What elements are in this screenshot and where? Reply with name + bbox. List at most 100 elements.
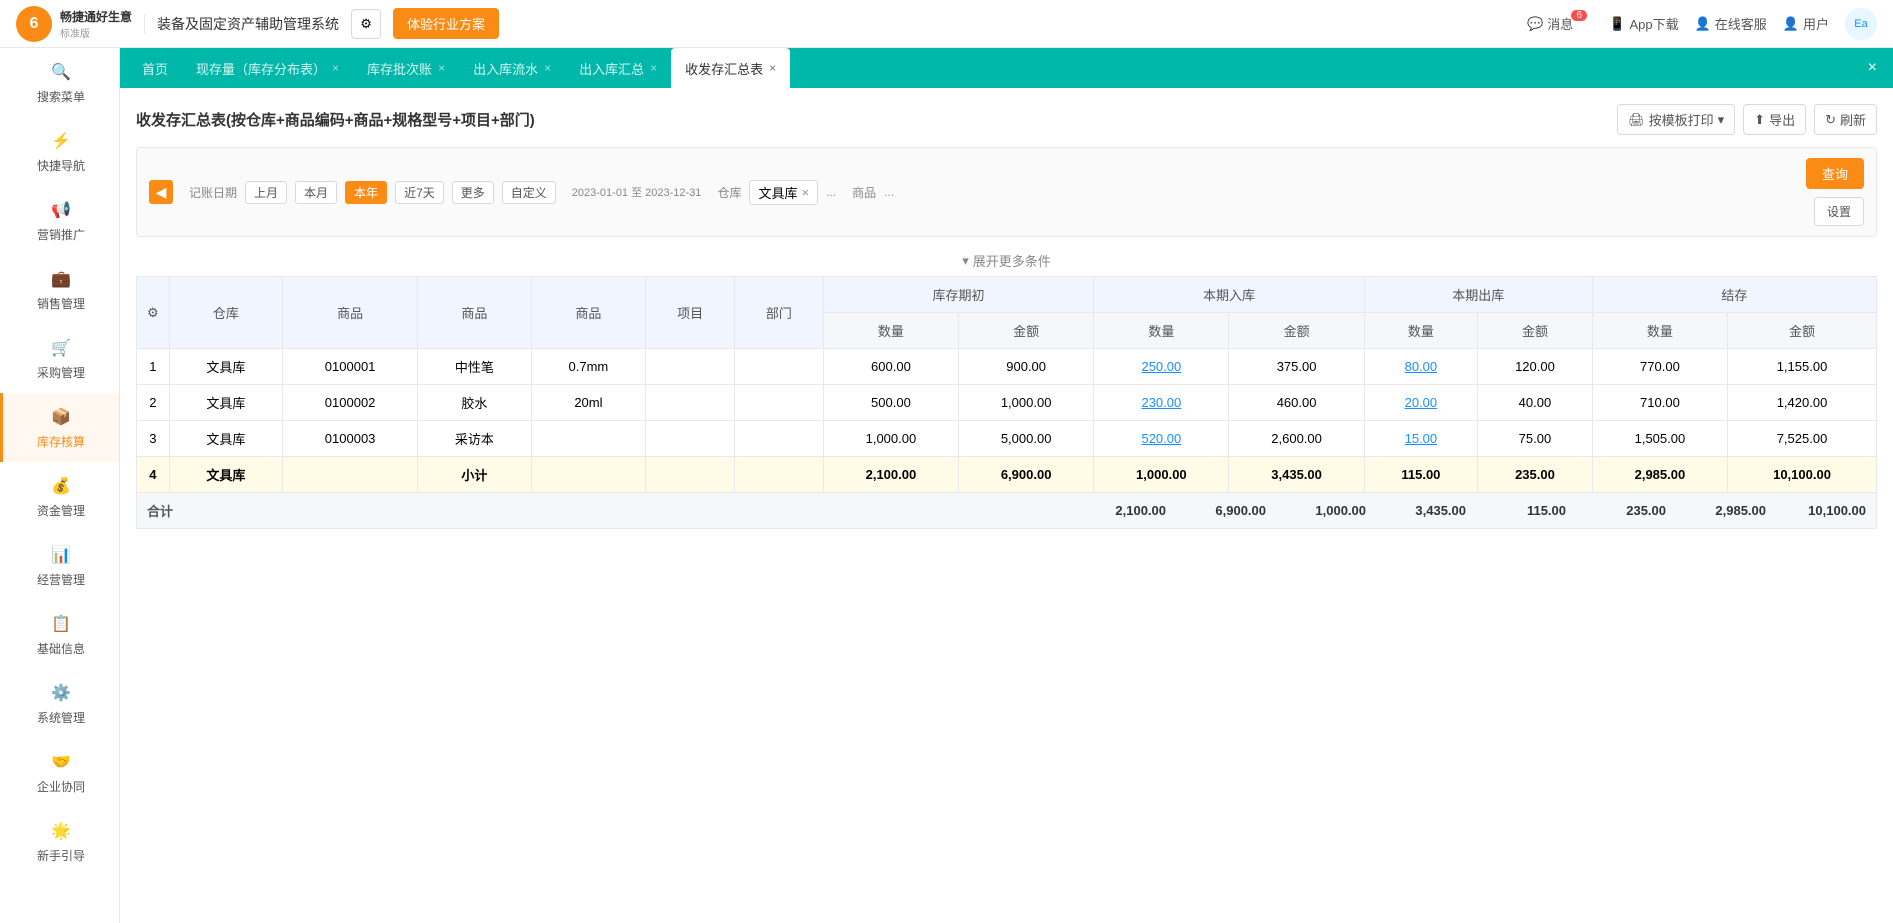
cell-code: 0100002 [282, 385, 417, 421]
cell-out-amt: 235.00 [1478, 457, 1593, 493]
tab-bar-close[interactable]: × [1860, 59, 1885, 77]
quick-icon: ⚡ [49, 129, 73, 153]
settings-button[interactable]: ⚙ [351, 9, 381, 39]
cell-spec: 0.7mm [531, 349, 646, 385]
date-cur-year[interactable]: 本年 [345, 181, 387, 204]
service-icon: 👤 [1695, 16, 1711, 32]
warehouse-tag-close[interactable]: × [801, 185, 809, 200]
date-prev-month[interactable]: 上月 [245, 181, 287, 204]
tab-summary[interactable]: 出入库汇总 × [565, 48, 671, 88]
date-cur-month[interactable]: 本月 [295, 181, 337, 204]
tab-stock-distribution-close[interactable]: × [332, 61, 339, 75]
table-footer: 合计 2,100.00 6,900.00 1,000.00 3,435.00 1… [136, 493, 1877, 529]
cell-in-qty[interactable]: 230.00 [1094, 385, 1229, 421]
print-icon: 🖨 [1628, 112, 1645, 128]
filter-warehouse-group: 仓库 文具库 × ... [717, 180, 836, 205]
expand-row: ▾ 展开更多条件 [136, 245, 1877, 276]
date-7days[interactable]: 近7天 [395, 181, 444, 204]
warehouse-more[interactable]: ... [826, 185, 836, 199]
export-button[interactable]: ⬆ 导出 [1743, 104, 1806, 135]
sidebar-item-system[interactable]: ⚙️ 系统管理 [0, 669, 119, 738]
tab-flow[interactable]: 出入库流水 × [459, 48, 565, 88]
query-button[interactable]: 查询 [1806, 158, 1864, 189]
sidebar-item-purchase[interactable]: 🛒 采购管理 [0, 324, 119, 393]
cell-bal-amt: 1,420.00 [1728, 385, 1877, 421]
page-actions: 🖨 按模板打印 ▾ ⬆ 导出 ↻ 刷新 [1617, 104, 1877, 135]
sidebar-item-marketing[interactable]: 📢 营销推广 [0, 186, 119, 255]
date-range: 2023-01-01 至 2023-12-31 [572, 184, 702, 200]
user-action[interactable]: 👤 用户 [1783, 14, 1829, 33]
filter-row: ◀ 记账日期 上月 本月 本年 近7天 更多 自定义 2023-01-01 至 … [136, 147, 1877, 237]
cell-in-qty: 1,000.00 [1094, 457, 1229, 493]
cell-out-qty[interactable]: 80.00 [1364, 349, 1477, 385]
sidebar-item-sales[interactable]: 💼 销售管理 [0, 255, 119, 324]
date-custom[interactable]: 自定义 [502, 181, 556, 204]
cell-out-qty[interactable]: 15.00 [1364, 421, 1477, 457]
try-button[interactable]: 体验行业方案 [393, 8, 499, 39]
cell-in-qty[interactable]: 250.00 [1094, 349, 1229, 385]
cell-in-qty[interactable]: 520.00 [1094, 421, 1229, 457]
sidebar-item-search[interactable]: 🔍 搜索菜单 [0, 48, 119, 117]
filter-product-group: 商品 ... [852, 184, 894, 201]
tab-recv-send-label: 收发存汇总表 [685, 59, 763, 78]
col-settings[interactable]: ⚙ [137, 277, 170, 349]
message-action[interactable]: 💬 消息 6 [1527, 14, 1593, 33]
tab-recv-send[interactable]: 收发存汇总表 × [671, 48, 790, 88]
sidebar-item-guide[interactable]: 🌟 新手引导 [0, 807, 119, 876]
guide-icon: 🌟 [49, 819, 73, 843]
basic-info-icon: 📋 [49, 612, 73, 636]
tab-recv-send-close[interactable]: × [769, 61, 776, 75]
sidebar-item-finance[interactable]: 💰 资金管理 [0, 462, 119, 531]
cell-in-qty-link[interactable]: 520.00 [1141, 431, 1181, 446]
refresh-button[interactable]: ↻ 刷新 [1814, 104, 1877, 135]
cell-out-qty-link[interactable]: 15.00 [1405, 431, 1438, 446]
app-download-action[interactable]: 📱 App下载 [1609, 14, 1678, 33]
cell-init-amt: 5,000.00 [959, 421, 1094, 457]
cell-init-amt: 6,900.00 [959, 457, 1094, 493]
cell-out-qty: 115.00 [1364, 457, 1477, 493]
warehouse-tag: 文具库 × [749, 180, 818, 205]
filter-collapse-button[interactable]: ◀ [149, 180, 173, 204]
footer-bal-amt: 10,100.00 [1786, 503, 1866, 518]
tab-summary-close[interactable]: × [650, 61, 657, 75]
sidebar-label-marketing: 营销推广 [37, 226, 85, 243]
sidebar-item-basic-info[interactable]: 📋 基础信息 [0, 600, 119, 669]
set-button[interactable]: 设置 [1814, 197, 1864, 226]
cell-in-qty-link[interactable]: 250.00 [1141, 359, 1181, 374]
tab-batch[interactable]: 库存批次账 × [353, 48, 459, 88]
sidebar-item-operations[interactable]: 📊 经营管理 [0, 531, 119, 600]
tab-batch-label: 库存批次账 [367, 59, 432, 78]
col-in-amt-header: 金额 [1229, 313, 1364, 349]
purchase-icon: 🛒 [49, 336, 73, 360]
cell-out-qty-link[interactable]: 80.00 [1405, 359, 1438, 374]
date-more[interactable]: 更多 [452, 181, 494, 204]
user-label: 用户 [1803, 14, 1829, 33]
cell-project [646, 457, 735, 493]
cell-out-qty-link[interactable]: 20.00 [1405, 395, 1438, 410]
product-more[interactable]: ... [884, 185, 894, 199]
sidebar-item-collab[interactable]: 🤝 企业协同 [0, 738, 119, 807]
logo-text-area: 畅捷通好生意 标准版 [60, 8, 132, 40]
sidebar-item-quick[interactable]: ⚡ 快捷导航 [0, 117, 119, 186]
tab-batch-close[interactable]: × [438, 61, 445, 75]
cell-no: 4 [137, 457, 170, 493]
export-icon: ⬆ [1754, 112, 1765, 128]
cell-in-qty-link[interactable]: 230.00 [1141, 395, 1181, 410]
tab-stock-distribution[interactable]: 现存量（库存分布表） × [182, 48, 353, 88]
cell-code: 0100001 [282, 349, 417, 385]
print-button[interactable]: 🖨 按模板打印 ▾ [1617, 104, 1735, 135]
expand-button[interactable]: ▾ 展开更多条件 [962, 251, 1051, 270]
sidebar-label-finance: 资金管理 [37, 502, 85, 519]
operations-icon: 📊 [49, 543, 73, 567]
content-area: 首页 现存量（库存分布表） × 库存批次账 × 出入库流水 × 出入库汇总 × … [120, 48, 1893, 923]
cell-out-qty[interactable]: 20.00 [1364, 385, 1477, 421]
online-service-action[interactable]: 👤 在线客服 [1695, 14, 1767, 33]
sidebar-item-inventory[interactable]: 📦 库存核算 [0, 393, 119, 462]
tab-flow-close[interactable]: × [544, 61, 551, 75]
expand-icon: ▾ [962, 253, 969, 269]
message-label: 消息 [1547, 14, 1573, 33]
date-label: 记账日期 [189, 184, 237, 201]
tab-home[interactable]: 首页 [128, 48, 182, 88]
refresh-label: 刷新 [1840, 110, 1866, 129]
cell-dept [735, 421, 824, 457]
